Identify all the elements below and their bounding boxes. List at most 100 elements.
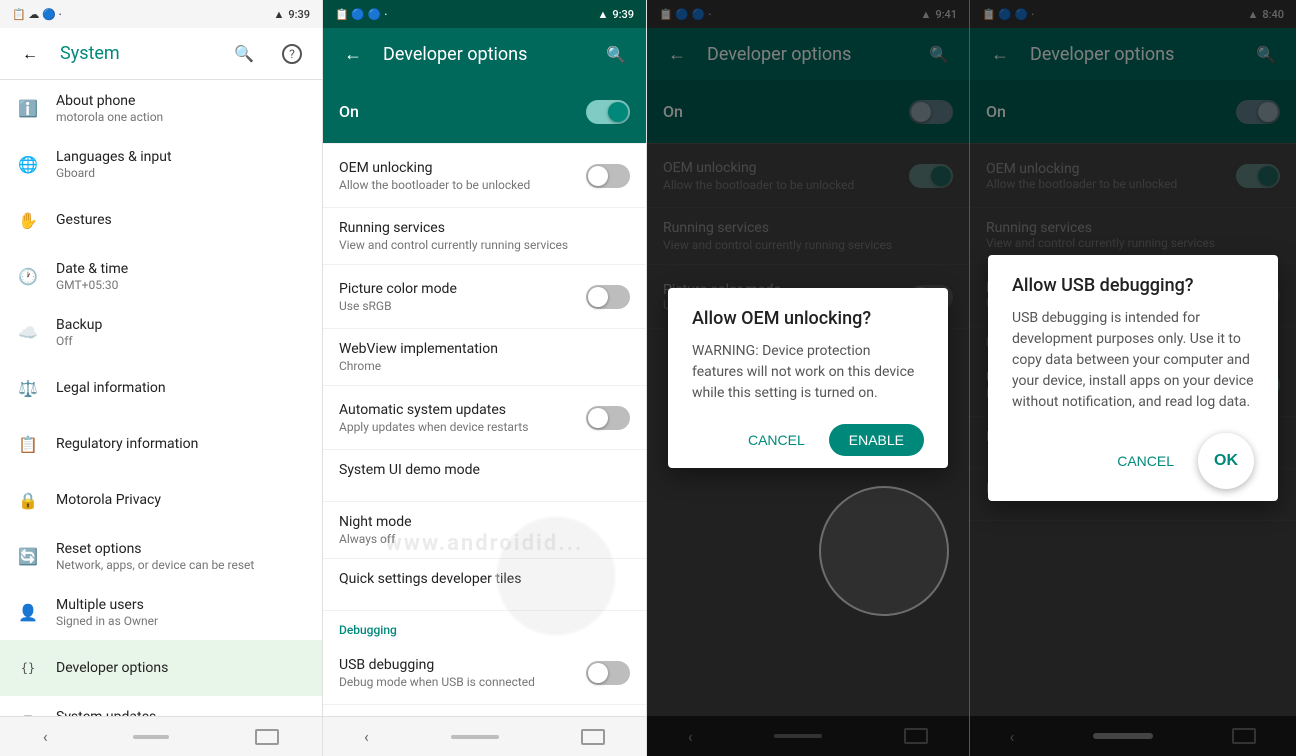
oem-unlocking-label: OEM unlocking [339,160,586,176]
oem-dialog-actions: Cancel Enable [692,424,924,456]
oem-unlocking-toggle[interactable] [586,164,630,188]
home-indicator-left [133,735,169,739]
oem-dialog-overlay: Allow OEM unlocking? WARNING: Device pro… [647,0,969,756]
sidebar-item-gestures[interactable]: ✋ Gestures [0,192,322,248]
privacy-label: Motorola Privacy [56,492,306,508]
middle-status-right: ▲ 9:39 [597,8,634,21]
oem-dialog-body: WARNING: Device protection features will… [692,341,924,404]
right-status-left: ▲ 9:39 [273,8,310,21]
left-panel: 📋 ☁ 🔵 · ▲ 9:39 ← System 🔍 ? ℹ️ About pho… [0,0,323,756]
right-panel-2: 📋 🔵 🔵 · ▲ 8:40 ← Developer options 🔍 On [970,0,1296,756]
legal-icon: ⚖️ [16,376,40,400]
auto-updates-label: Automatic system updates [339,402,586,418]
home-indicator-middle [451,735,499,739]
developer-on-row: On [323,80,646,144]
search-icon-middle: 🔍 [606,45,626,64]
running-services-subtitle: View and control currently running servi… [339,238,630,252]
status-bar-middle: 📋 🔵 🔵 · ▲ 9:39 [323,0,646,28]
webview-label: WebView implementation [339,341,630,357]
status-bar-left: 📋 ☁ 🔵 · ▲ 9:39 [0,0,322,28]
sidebar-item-legal[interactable]: ⚖️ Legal information [0,360,322,416]
page-title-middle: Developer options [383,44,586,65]
users-icon: 👤 [16,600,40,624]
usb-dialog: Allow USB debugging? USB debugging is in… [988,255,1278,501]
usb-dialog-title: Allow USB debugging? [1012,275,1254,296]
sidebar-item-regulatory[interactable]: 📋 Regulatory information [0,416,322,472]
date-time-label: Date & time [56,261,306,277]
usb-debug-toggle[interactable] [586,661,630,685]
time-middle: 9:39 [612,8,634,21]
auto-updates-row: Automatic system updates Apply updates w… [323,386,646,450]
auto-updates-knob [588,408,608,428]
sidebar-item-developer[interactable]: {} Developer options [0,640,322,696]
users-subtitle: Signed in as Owner [56,614,306,628]
search-button-left[interactable]: 🔍 [226,36,262,72]
back-nav-left[interactable]: ‹ [43,727,48,746]
right-panels: 📋 🔵 🔵 · ▲ 9:41 ← Developer options 🔍 On [647,0,1296,756]
system-updates-label: System updates [56,709,306,717]
night-mode-item[interactable]: Night mode Always off [323,502,646,559]
reset-label: Reset options [56,541,306,557]
debugging-header: Debugging [323,611,646,641]
oem-cancel-button[interactable]: Cancel [732,424,821,456]
about-phone-label: About phone [56,93,306,109]
app-bar-middle: ← Developer options 🔍 [323,28,646,80]
oem-unlocking-subtitle: Allow the bootloader to be unlocked [339,178,586,192]
help-icon-left: ? [282,44,302,64]
help-button-left[interactable]: ? [274,36,310,72]
usb-debug-label: USB debugging [339,657,586,673]
oem-toggle-knob [588,166,608,186]
notification-icons: 📋 ☁ 🔵 · [12,8,62,21]
auto-updates-toggle[interactable] [586,406,630,430]
webview-item[interactable]: WebView implementation Chrome [323,329,646,386]
developer-label: Developer options [56,660,306,676]
picture-toggle-knob [588,287,608,307]
picture-color-toggle[interactable] [586,285,630,309]
usb-dialog-actions: Cancel OK [1012,433,1254,489]
ui-demo-item[interactable]: System UI demo mode [323,450,646,502]
settings-list-middle: OEM unlocking Allow the bootloader to be… [323,144,646,716]
legal-label: Legal information [56,380,306,396]
oem-enable-button[interactable]: Enable [829,424,924,456]
on-label: On [339,102,586,121]
wifi-icon: ▲ [273,8,284,21]
sidebar-item-languages[interactable]: 🌐 Languages & input Gboard [0,136,322,192]
middle-wifi-icon: ▲ [597,8,608,21]
picture-color-row: Picture color mode Use sRGB [323,265,646,329]
running-services-item[interactable]: Running services View and control curren… [323,208,646,265]
night-mode-label: Night mode [339,514,630,530]
privacy-icon: 🔒 [16,488,40,512]
developer-toggle[interactable] [586,100,630,124]
recents-nav-left[interactable] [255,729,279,745]
about-phone-subtitle: motorola one action [56,110,306,124]
back-button-left[interactable]: ← [12,36,48,72]
usb-ok-button[interactable]: OK [1198,433,1254,489]
languages-label: Languages & input [56,149,306,165]
back-nav-middle[interactable]: ‹ [364,727,369,746]
sidebar-item-date-time[interactable]: 🕐 Date & time GMT+05:30 [0,248,322,304]
sidebar-item-users[interactable]: 👤 Multiple users Signed in as Owner [0,584,322,640]
search-button-middle[interactable]: 🔍 [598,36,634,72]
sidebar-item-reset[interactable]: 🔄 Reset options Network, apps, or device… [0,528,322,584]
developer-icon: {} [16,656,40,680]
languages-subtitle: Gboard [56,166,306,180]
back-icon-middle: ← [344,44,362,65]
quick-tiles-item[interactable]: Quick settings developer tiles [323,559,646,611]
sidebar-item-about-phone[interactable]: ℹ️ About phone motorola one action [0,80,322,136]
date-time-subtitle: GMT+05:30 [56,278,306,292]
ui-demo-label: System UI demo mode [339,462,630,478]
sidebar-item-privacy[interactable]: 🔒 Motorola Privacy [0,472,322,528]
night-mode-subtitle: Always off [339,532,630,546]
gestures-icon: ✋ [16,208,40,232]
page-title-left: System [60,43,214,64]
about-phone-icon: ℹ️ [16,96,40,120]
oem-unlocking-row: OEM unlocking Allow the bootloader to be… [323,144,646,208]
auto-updates-subtitle: Apply updates when device restarts [339,420,586,434]
backup-label: Backup [56,317,306,333]
usb-cancel-button[interactable]: Cancel [1101,445,1190,477]
sidebar-item-backup[interactable]: ☁️ Backup Off [0,304,322,360]
recents-nav-middle[interactable] [581,729,605,745]
regulatory-label: Regulatory information [56,436,306,452]
back-button-middle[interactable]: ← [335,36,371,72]
sidebar-item-system-updates[interactable]: 📱 System updates Updated to Android 9 [0,696,322,716]
